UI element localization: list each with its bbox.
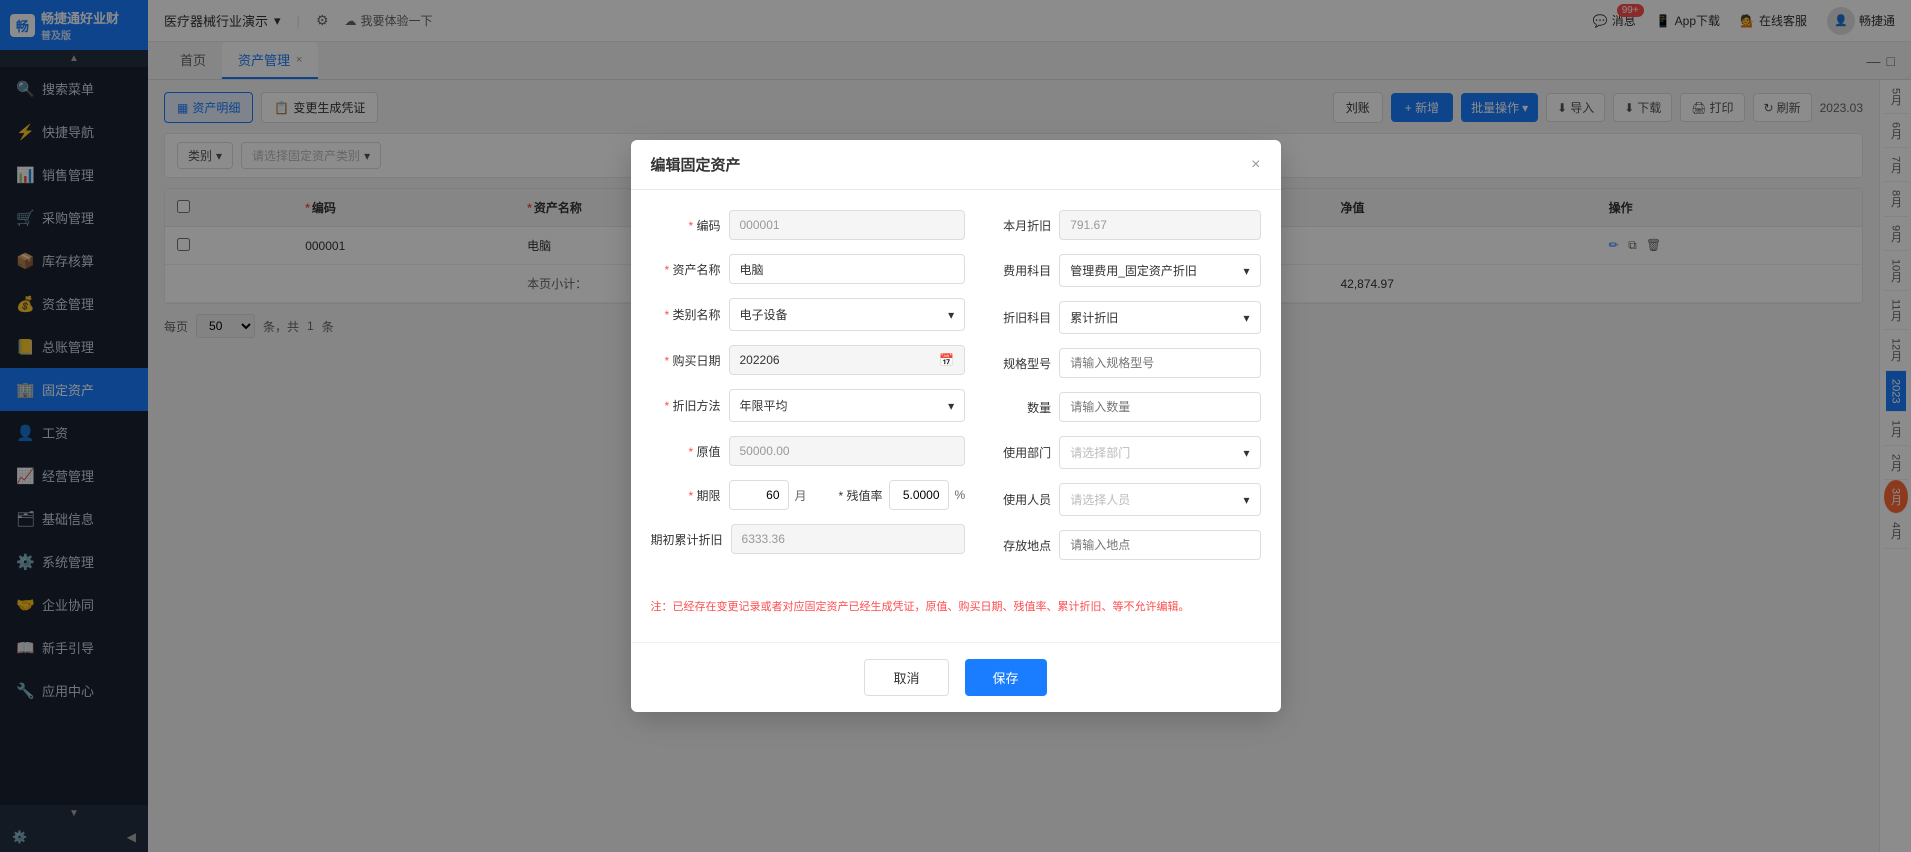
- monthly-depr-label: 本月折旧: [981, 217, 1051, 234]
- save-button[interactable]: 保存: [965, 659, 1047, 696]
- depr-subject-label: 折旧科目: [981, 309, 1051, 326]
- depr-method-row: * 折旧方法 年限平均 ▾: [651, 389, 966, 422]
- dialog-close-btn[interactable]: ×: [1251, 157, 1260, 173]
- asset-name-row: * 资产名称: [651, 254, 966, 284]
- period-residual-row: * 期限 月 * 残值率 %: [651, 480, 966, 510]
- category-label: * 类别名称: [651, 306, 721, 323]
- residual-rate-unit: %: [955, 488, 966, 502]
- person-placeholder: 请选择人员: [1070, 491, 1130, 508]
- edit-asset-dialog: 编辑固定资产 × * 编码 * 资产名称: [631, 140, 1281, 712]
- period-residual-inline: 月 * 残值率 %: [729, 480, 966, 510]
- category-select-icon: ▾: [948, 308, 954, 322]
- period-label: * 期限: [651, 487, 721, 504]
- expense-subject-value: 管理费用_固定资产折旧: [1070, 262, 1197, 279]
- original-value-row: * 原值: [651, 436, 966, 466]
- depr-subject-icon: ▾: [1243, 311, 1249, 325]
- expense-subject-row: 费用科目 管理费用_固定资产折旧 ▾: [981, 254, 1260, 287]
- category-select-value: 电子设备: [740, 306, 788, 323]
- dialog-footer: 取消 保存: [631, 642, 1281, 712]
- dialog-title: 编辑固定资产: [651, 154, 741, 175]
- location-label: 存放地点: [981, 537, 1051, 554]
- opening-depr-row: 期初累计折旧: [651, 524, 966, 554]
- dialog-grid: * 编码 * 资产名称 * 类别名称: [651, 210, 1261, 574]
- depr-method-select[interactable]: 年限平均 ▾: [729, 389, 966, 422]
- location-input[interactable]: [1059, 530, 1260, 560]
- code-input[interactable]: [729, 210, 966, 240]
- spec-label: 规格型号: [981, 355, 1051, 372]
- period-input[interactable]: [729, 480, 789, 510]
- dept-select-icon: ▾: [1243, 446, 1249, 460]
- code-label: * 编码: [651, 217, 721, 234]
- dialog-overlay: 编辑固定资产 × * 编码 * 资产名称: [0, 0, 1911, 852]
- monthly-depr-row: 本月折旧: [981, 210, 1260, 240]
- code-row: * 编码: [651, 210, 966, 240]
- residual-rate-input[interactable]: [889, 480, 949, 510]
- asset-name-input[interactable]: [729, 254, 966, 284]
- depr-method-label: * 折旧方法: [651, 397, 721, 414]
- quantity-label: 数量: [981, 399, 1051, 416]
- period-unit: 月: [795, 487, 807, 504]
- residual-rate-label: * 残值率: [813, 487, 883, 504]
- depr-subject-value: 累计折旧: [1070, 309, 1118, 326]
- purchase-date-value: 202206: [740, 353, 780, 367]
- dialog-note: 注：已经存在变更记录或者对应固定资产已经生成凭证，原值、购买日期、残值率、累计折…: [651, 590, 1261, 622]
- spec-row: 规格型号: [981, 348, 1260, 378]
- expense-subject-label: 费用科目: [981, 262, 1051, 279]
- person-label: 使用人员: [981, 491, 1051, 508]
- dialog-body: * 编码 * 资产名称 * 类别名称: [631, 190, 1281, 642]
- purchase-date-label: * 购买日期: [651, 352, 721, 369]
- asset-name-label: * 资产名称: [651, 261, 721, 278]
- person-row: 使用人员 请选择人员 ▾: [981, 483, 1260, 516]
- dialog-left-col: * 编码 * 资产名称 * 类别名称: [651, 210, 966, 574]
- person-select-icon: ▾: [1243, 493, 1249, 507]
- quantity-row: 数量: [981, 392, 1260, 422]
- depr-method-value: 年限平均: [740, 397, 788, 414]
- calendar-icon: 📅: [939, 353, 954, 367]
- cancel-button[interactable]: 取消: [864, 659, 948, 696]
- purchase-date-row: * 购买日期 202206 📅: [651, 345, 966, 375]
- depr-subject-row: 折旧科目 累计折旧 ▾: [981, 301, 1260, 334]
- opening-depr-label: 期初累计折旧: [651, 531, 723, 548]
- opening-depr-input[interactable]: [731, 524, 966, 554]
- original-value-label: * 原值: [651, 443, 721, 460]
- person-select[interactable]: 请选择人员 ▾: [1059, 483, 1260, 516]
- original-value-input[interactable]: [729, 436, 966, 466]
- dept-label: 使用部门: [981, 444, 1051, 461]
- category-select[interactable]: 电子设备 ▾: [729, 298, 966, 331]
- dialog-right-col: 本月折旧 费用科目 管理费用_固定资产折旧 ▾ 折旧科目: [981, 210, 1260, 574]
- location-row: 存放地点: [981, 530, 1260, 560]
- expense-subject-select[interactable]: 管理费用_固定资产折旧 ▾: [1059, 254, 1260, 287]
- category-row: * 类别名称 电子设备 ▾: [651, 298, 966, 331]
- depr-subject-select[interactable]: 累计折旧 ▾: [1059, 301, 1260, 334]
- dialog-header: 编辑固定资产 ×: [631, 140, 1281, 190]
- dept-select[interactable]: 请选择部门 ▾: [1059, 436, 1260, 469]
- expense-subject-icon: ▾: [1243, 264, 1249, 278]
- dept-row: 使用部门 请选择部门 ▾: [981, 436, 1260, 469]
- quantity-input[interactable]: [1059, 392, 1260, 422]
- purchase-date-input[interactable]: 202206 📅: [729, 345, 966, 375]
- monthly-depr-input: [1059, 210, 1260, 240]
- depr-method-icon: ▾: [948, 399, 954, 413]
- spec-input[interactable]: [1059, 348, 1260, 378]
- dept-placeholder: 请选择部门: [1070, 444, 1130, 461]
